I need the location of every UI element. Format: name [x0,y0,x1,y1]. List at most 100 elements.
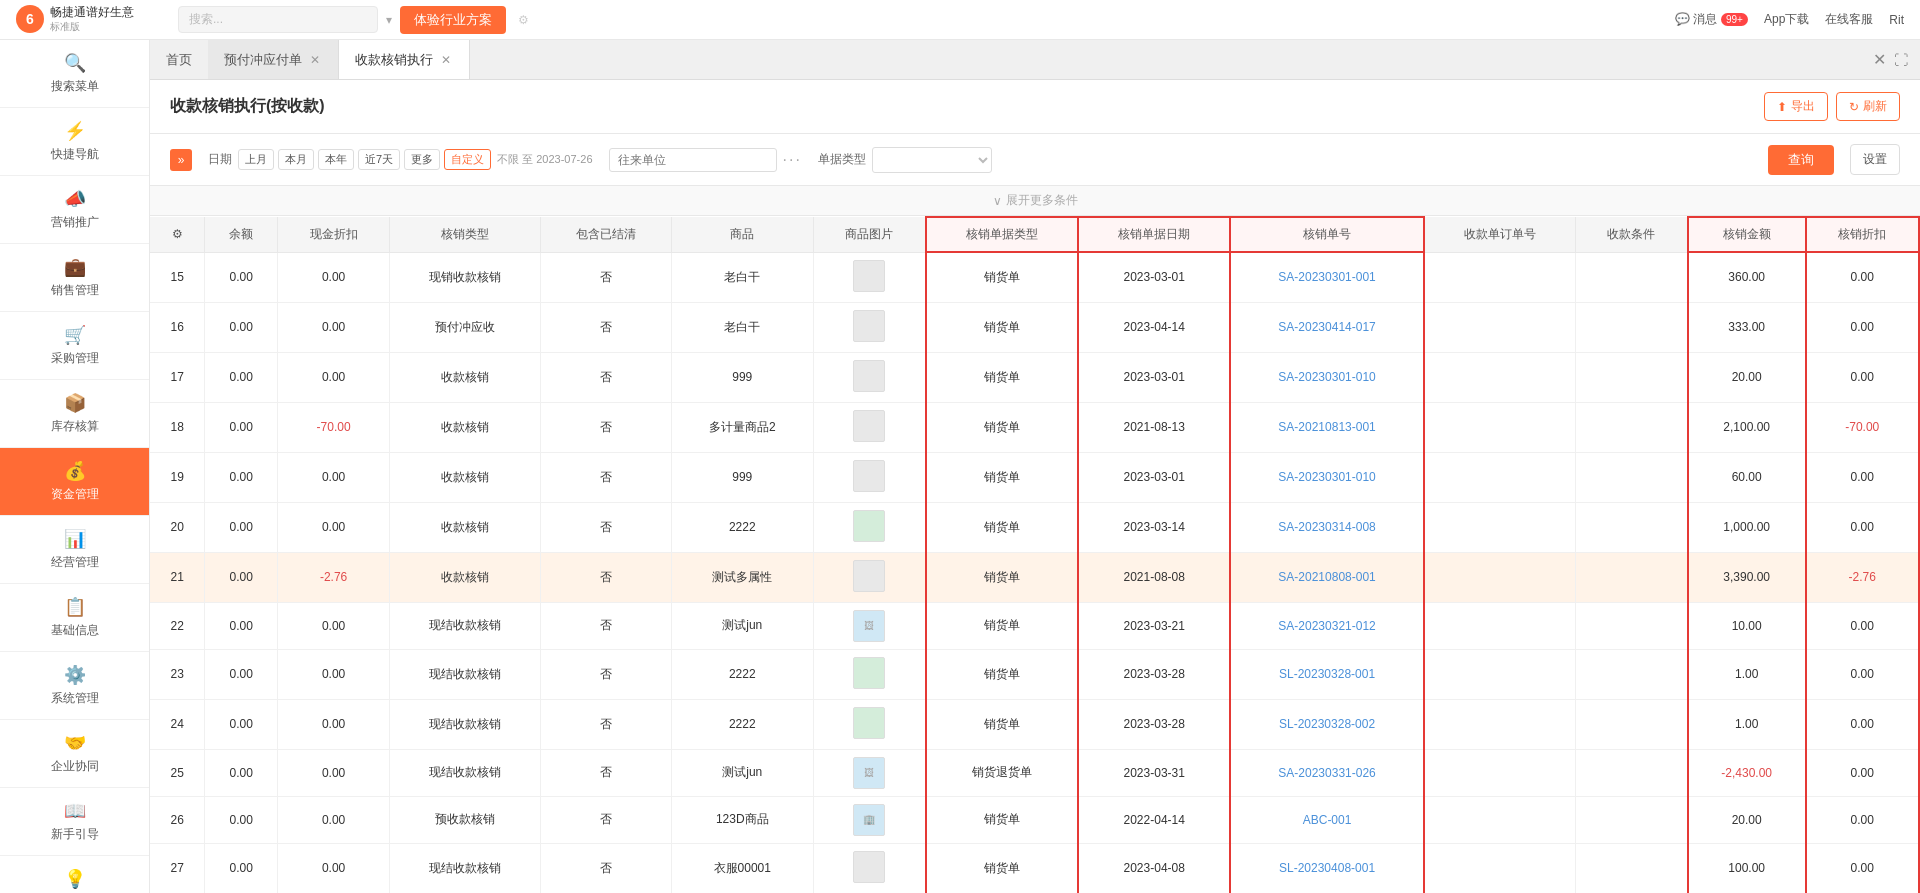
doc-no-link[interactable]: SA-20210808-001 [1278,570,1375,584]
table-row: 26 0.00 0.00 预收款核销 否 123D商品 🏢 销货单 2022-0… [150,796,1919,843]
partner-input[interactable] [609,148,777,172]
doc-type-select[interactable] [872,147,992,173]
doc-no-link[interactable]: SA-20210813-001 [1278,420,1375,434]
expand-more-button[interactable]: ∨ 展开更多条件 [993,192,1078,209]
marketing-icon: 📣 [64,188,86,210]
cell-writeoff-doc-no[interactable]: SA-20210813-001 [1230,402,1423,452]
date-btn-7days[interactable]: 近7天 [358,149,400,170]
user-name[interactable]: Rit [1889,13,1904,27]
guide-icon: 📖 [64,800,86,822]
sidebar-label-purchase: 采购管理 [51,350,99,367]
sidebar-item-inventory[interactable]: 📦 库存核算 [0,380,149,448]
doc-no-link[interactable]: SL-20230328-001 [1279,667,1375,681]
sidebar-item-hardware[interactable]: 💡 智能硬件 [0,856,149,893]
date-btn-this-year[interactable]: 本年 [318,149,354,170]
sales-icon: 💼 [64,256,86,278]
sidebar-item-collab[interactable]: 🤝 企业协同 [0,720,149,788]
cell-writeoff-doc-no[interactable]: SA-20230321-012 [1230,602,1423,649]
doc-no-link[interactable]: SA-20230301-010 [1278,370,1375,384]
cell-receipt-condition [1575,843,1688,893]
sidebar-item-finance[interactable]: 💰 资金管理 [0,448,149,516]
export-button[interactable]: ⬆ 导出 [1764,92,1828,121]
cell-writeoff-amount: 1,000.00 [1688,502,1806,552]
filter-expand-button[interactable]: » [170,149,192,171]
message-area[interactable]: 💬 消息 99+ [1675,11,1748,28]
th-cash-discount: 现金折扣 [278,217,390,252]
cell-writeoff-doc-type: 销货单 [926,843,1078,893]
cell-balance: 0.00 [205,402,278,452]
sidebar-item-guide[interactable]: 📖 新手引导 [0,788,149,856]
close-window-icon[interactable]: ✕ [1873,50,1886,69]
doc-no-link[interactable]: SL-20230328-002 [1279,717,1375,731]
product-image [853,510,885,542]
doc-no-link[interactable]: ABC-001 [1303,813,1352,827]
cell-writeoff-doc-no[interactable]: SA-20230301-001 [1230,252,1423,302]
data-table: ⚙ 余额 现金折扣 核销类型 包含已结清 商品 商品图片 核销单据类型 核销单据… [150,216,1920,893]
cell-balance: 0.00 [205,749,278,796]
cell-receipt-condition [1575,699,1688,749]
sidebar-item-system[interactable]: ⚙️ 系统管理 [0,652,149,720]
top-bar-right: 💬 消息 99+ App下载 在线客服 Rit [1675,11,1904,28]
sidebar-item-marketing[interactable]: 📣 营销推广 [0,176,149,244]
partner-more-icon[interactable]: ··· [783,151,802,169]
query-button[interactable]: 查询 [1768,145,1834,175]
doc-no-link[interactable]: SA-20230301-001 [1278,270,1375,284]
gear-icon[interactable]: ⚙ [518,13,529,27]
cell-product: 老白干 [671,252,813,302]
cell-writeoff-doc-type: 销货单 [926,252,1078,302]
date-btn-custom[interactable]: 自定义 [444,149,491,170]
cell-writeoff-doc-no[interactable]: SA-20230301-010 [1230,452,1423,502]
tab-writeoff[interactable]: 收款核销执行 ✕ [339,40,470,79]
cell-receipt-order-no [1424,843,1575,893]
cell-writeoff-doc-date: 2023-04-08 [1078,843,1230,893]
cell-writeoff-doc-type: 销货单 [926,796,1078,843]
cell-include-settled: 否 [540,502,671,552]
industry-plan-button[interactable]: 体验行业方案 [400,6,506,34]
expand-icon[interactable]: ⛶ [1894,52,1908,68]
th-gear[interactable]: ⚙ [150,217,205,252]
doc-no-link[interactable]: SL-20230408-001 [1279,861,1375,875]
date-btn-this-month[interactable]: 本月 [278,149,314,170]
settings-button[interactable]: 设置 [1850,144,1900,175]
dropdown-arrow-icon[interactable]: ▾ [386,13,392,27]
th-writeoff-doc-no: 核销单号 [1230,217,1423,252]
doc-no-link[interactable]: SA-20230314-008 [1278,520,1375,534]
app-download-link[interactable]: App下载 [1764,11,1809,28]
cell-writeoff-amount: 2,100.00 [1688,402,1806,452]
th-writeoff-amount: 核销金额 [1688,217,1806,252]
cell-writeoff-type: 现结收款核销 [389,749,540,796]
tab-close-prepay[interactable]: ✕ [308,51,322,69]
tab-close-writeoff[interactable]: ✕ [439,51,453,69]
product-image: 🏢 [853,804,885,836]
date-btn-last-month[interactable]: 上月 [238,149,274,170]
sidebar-item-sales[interactable]: 💼 销售管理 [0,244,149,312]
cell-writeoff-doc-no[interactable]: SA-20230414-017 [1230,302,1423,352]
doc-no-link[interactable]: SA-20230321-012 [1278,619,1375,633]
cell-writeoff-doc-no[interactable]: SA-20230331-026 [1230,749,1423,796]
sidebar-item-purchase[interactable]: 🛒 采购管理 [0,312,149,380]
sidebar-label-inventory: 库存核算 [51,418,99,435]
cell-writeoff-doc-no[interactable]: SA-20210808-001 [1230,552,1423,602]
date-btn-more[interactable]: 更多 [404,149,440,170]
doc-no-link[interactable]: SA-20230414-017 [1278,320,1375,334]
online-service-link[interactable]: 在线客服 [1825,11,1873,28]
sidebar-item-nav[interactable]: ⚡ 快捷导航 [0,108,149,176]
refresh-button[interactable]: ↻ 刷新 [1836,92,1900,121]
cell-writeoff-doc-no[interactable]: SL-20230328-002 [1230,699,1423,749]
cell-product-img [813,552,926,602]
cell-writeoff-doc-no[interactable]: SL-20230328-001 [1230,649,1423,699]
cell-writeoff-doc-no[interactable]: SA-20230314-008 [1230,502,1423,552]
sidebar-item-basic[interactable]: 📋 基础信息 [0,584,149,652]
th-writeoff-type: 核销类型 [389,217,540,252]
tab-home[interactable]: 首页 [150,40,208,79]
sidebar-item-search[interactable]: 🔍 搜索菜单 [0,40,149,108]
sidebar-item-management[interactable]: 📊 经营管理 [0,516,149,584]
cell-writeoff-doc-no[interactable]: ABC-001 [1230,796,1423,843]
doc-no-link[interactable]: SA-20230301-010 [1278,470,1375,484]
sidebar-label-marketing: 营销推广 [51,214,99,231]
tab-prepay[interactable]: 预付冲应付单 ✕ [208,40,339,79]
cell-writeoff-discount: 0.00 [1806,796,1919,843]
cell-writeoff-doc-no[interactable]: SA-20230301-010 [1230,352,1423,402]
cell-writeoff-doc-no[interactable]: SL-20230408-001 [1230,843,1423,893]
doc-no-link[interactable]: SA-20230331-026 [1278,766,1375,780]
